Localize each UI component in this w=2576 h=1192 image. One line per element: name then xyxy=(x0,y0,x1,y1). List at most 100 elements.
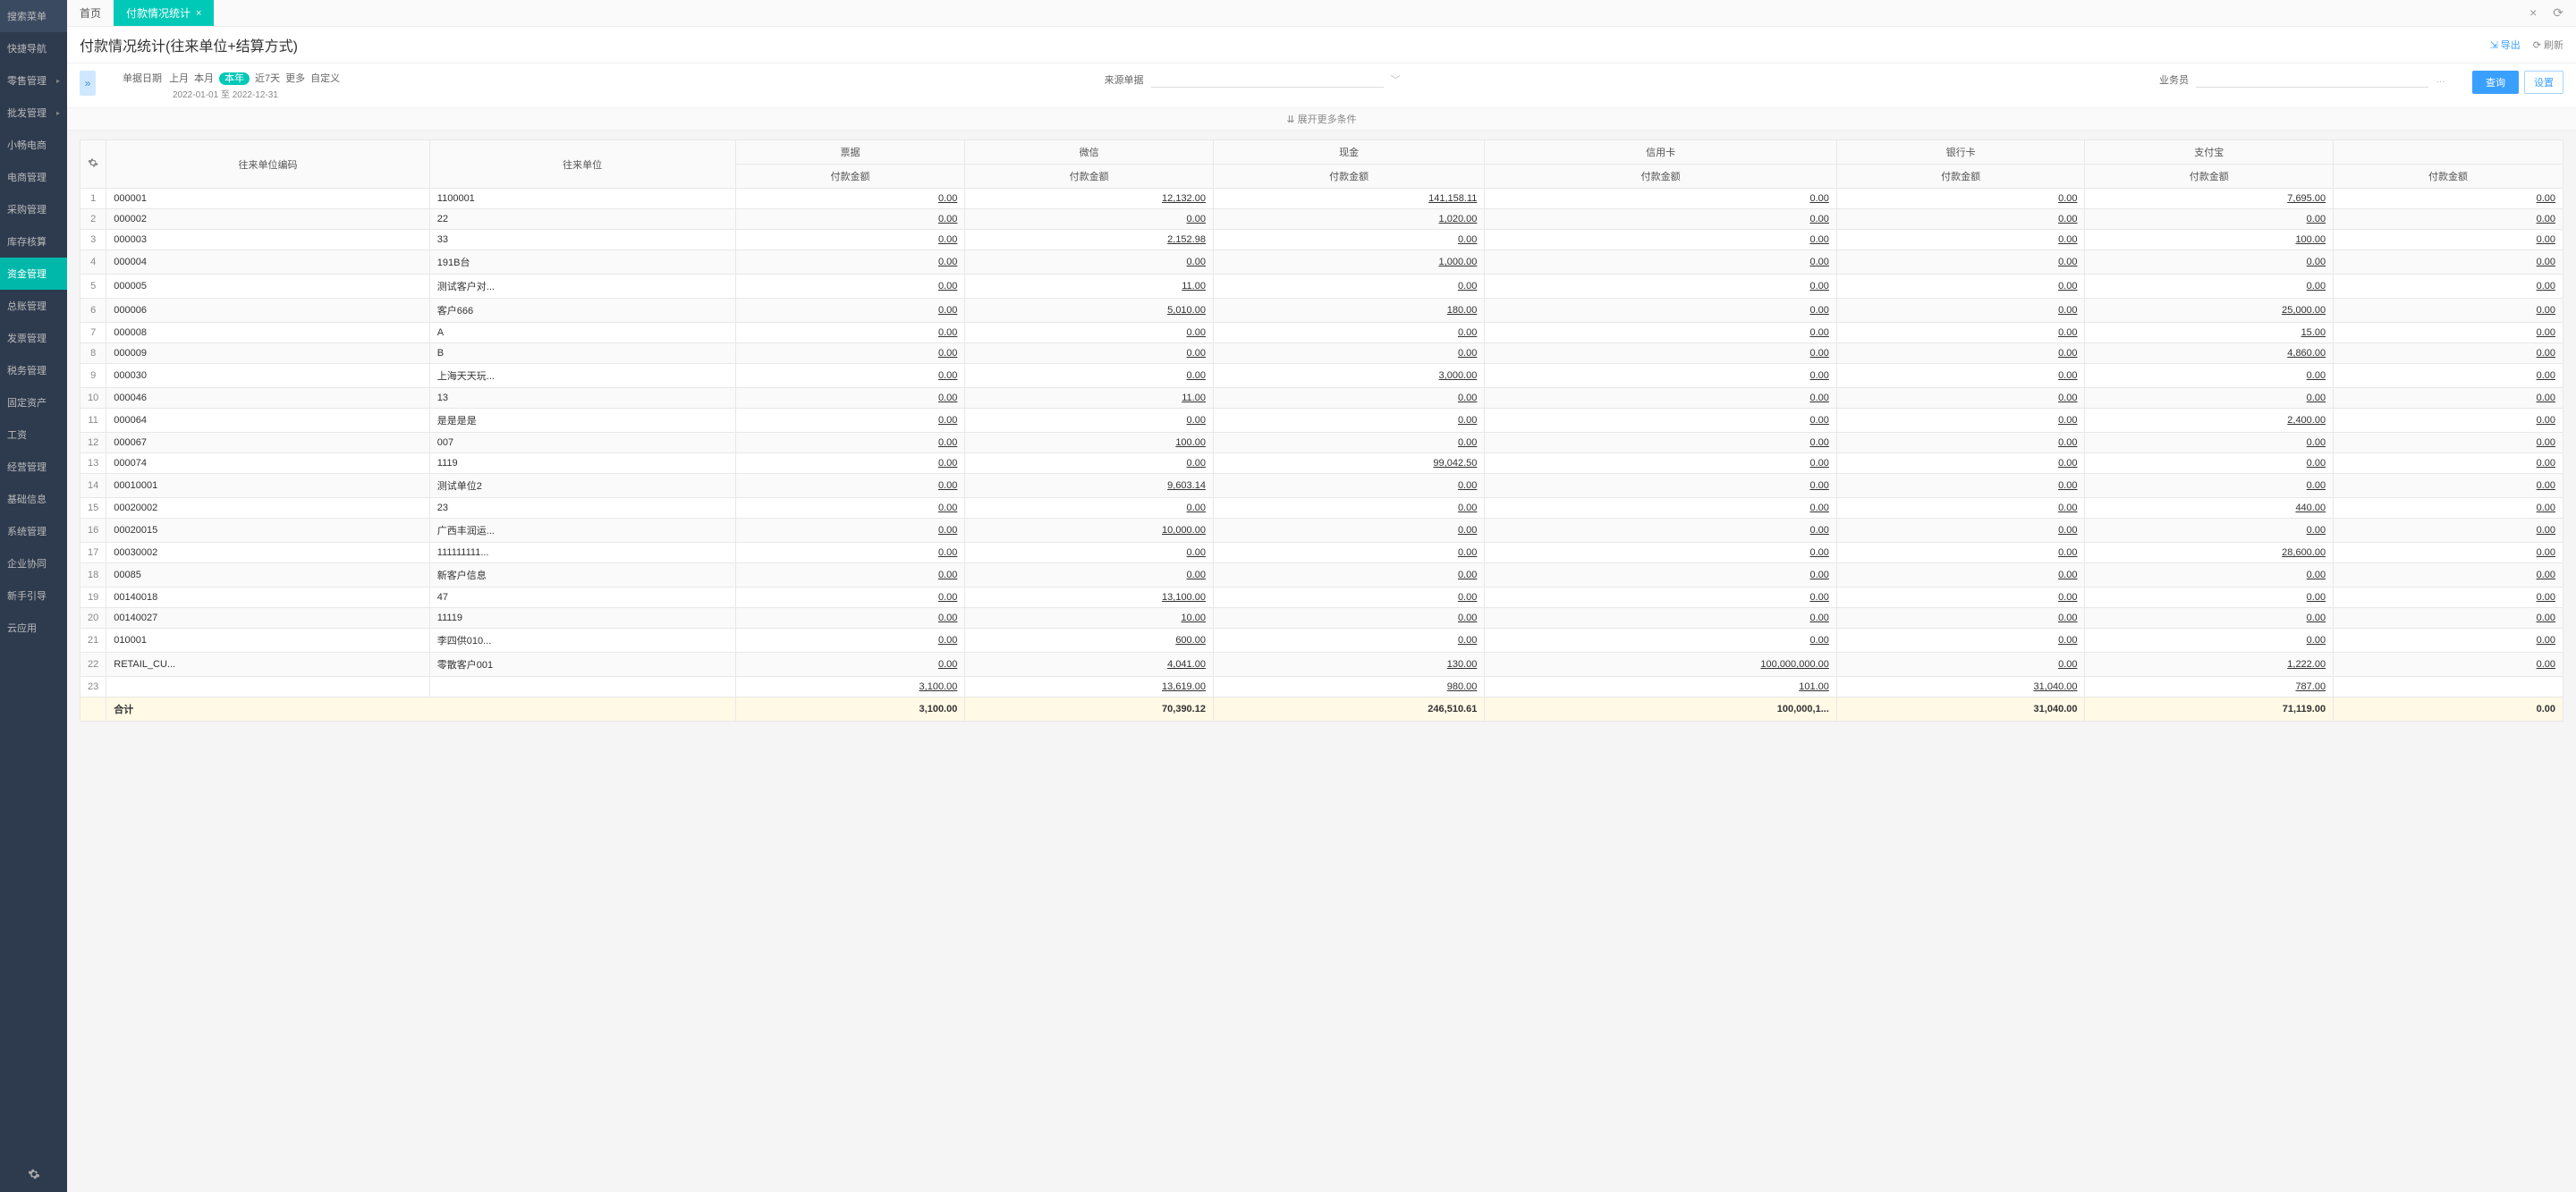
amount-link[interactable]: 0.00 xyxy=(2307,370,2326,381)
sidebar-item-14[interactable]: 经营管理 xyxy=(0,451,67,483)
amount-link[interactable]: 0.00 xyxy=(2537,370,2555,381)
amount-link[interactable]: 3,100.00 xyxy=(919,681,958,692)
amount-link[interactable]: 0.00 xyxy=(1458,570,1477,580)
amount-link[interactable]: 11.00 xyxy=(1182,281,1206,292)
amount-link[interactable]: 0.00 xyxy=(1809,257,1828,267)
amount-link[interactable]: 0.00 xyxy=(2058,525,2077,536)
amount-link[interactable]: 0.00 xyxy=(1458,480,1477,491)
amount-link[interactable]: 13,619.00 xyxy=(1162,681,1206,692)
export-button[interactable]: ⇲ 导出 xyxy=(2490,38,2521,52)
amount-link[interactable]: 0.00 xyxy=(2307,570,2326,580)
date-quick-4[interactable]: 更多 xyxy=(285,73,305,84)
amount-link[interactable]: 0.00 xyxy=(2058,214,2077,224)
amount-link[interactable]: 0.00 xyxy=(938,547,957,558)
amount-link[interactable]: 0.00 xyxy=(2537,547,2555,558)
amount-link[interactable]: 0.00 xyxy=(1458,547,1477,558)
amount-link[interactable]: 2,400.00 xyxy=(2287,415,2326,426)
amount-link[interactable]: 0.00 xyxy=(1809,214,1828,224)
sidebar-item-2[interactable]: 零售管理▸ xyxy=(0,64,67,97)
amount-link[interactable]: 0.00 xyxy=(1809,570,1828,580)
amount-link[interactable]: 0.00 xyxy=(2537,635,2555,646)
amount-link[interactable]: 10.00 xyxy=(1181,613,1206,623)
amount-link[interactable]: 0.00 xyxy=(2307,635,2326,646)
agent-input[interactable] xyxy=(2196,71,2428,88)
query-button[interactable]: 查询 xyxy=(2472,71,2519,94)
amount-link[interactable]: 0.00 xyxy=(1458,525,1477,536)
collapse-filter-button[interactable]: » xyxy=(80,71,96,96)
amount-link[interactable]: 130.00 xyxy=(1447,659,1478,670)
amount-link[interactable]: 0.00 xyxy=(2058,659,2077,670)
amount-link[interactable]: 0.00 xyxy=(2058,415,2077,426)
amount-link[interactable]: 0.00 xyxy=(2058,458,2077,469)
date-quick-5[interactable]: 自定义 xyxy=(310,73,340,84)
amount-link[interactable]: 0.00 xyxy=(2058,503,2077,513)
amount-link[interactable]: 11.00 xyxy=(1182,393,1206,403)
amount-link[interactable]: 0.00 xyxy=(2307,613,2326,623)
amount-link[interactable]: 0.00 xyxy=(2058,305,2077,316)
amount-link[interactable]: 180.00 xyxy=(1447,305,1478,316)
amount-link[interactable]: 0.00 xyxy=(1809,525,1828,536)
sidebar-item-11[interactable]: 税务管理 xyxy=(0,354,67,386)
table-row[interactable]: 233,100.0013,619.00980.00101.0031,040.00… xyxy=(80,677,2563,697)
amount-link[interactable]: 15.00 xyxy=(2301,327,2326,338)
table-row[interactable]: 11000064是是是是0.000.000.000.000.002,400.00… xyxy=(80,409,2563,433)
amount-link[interactable]: 0.00 xyxy=(1809,480,1828,491)
amount-link[interactable]: 0.00 xyxy=(1458,348,1477,359)
amount-link[interactable]: 13,100.00 xyxy=(1162,592,1206,603)
col-sub-header[interactable]: 付款金额 xyxy=(1836,165,2085,189)
sidebar-item-18[interactable]: 新手引导 xyxy=(0,579,67,612)
col-header[interactable]: 往来单位编码 xyxy=(106,140,430,189)
amount-link[interactable]: 0.00 xyxy=(2537,592,2555,603)
table-row[interactable]: 4000004191B台0.000.001,000.000.000.000.00… xyxy=(80,250,2563,275)
amount-link[interactable]: 0.00 xyxy=(1458,437,1477,448)
amount-link[interactable]: 3,000.00 xyxy=(1439,370,1478,381)
amount-link[interactable]: 980.00 xyxy=(1447,681,1478,692)
amount-link[interactable]: 0.00 xyxy=(938,327,957,338)
sidebar-item-19[interactable]: 云应用 xyxy=(0,612,67,644)
amount-link[interactable]: 0.00 xyxy=(938,659,957,670)
amount-link[interactable]: 0.00 xyxy=(2537,281,2555,292)
sidebar-item-0[interactable]: 搜索菜单 xyxy=(0,0,67,32)
amount-link[interactable]: 0.00 xyxy=(1187,570,1206,580)
sidebar-item-15[interactable]: 基础信息 xyxy=(0,483,67,515)
amount-link[interactable]: 0.00 xyxy=(2058,281,2077,292)
tab-close-all-icon[interactable]: × xyxy=(2524,4,2542,22)
amount-link[interactable]: 440.00 xyxy=(2295,503,2326,513)
sidebar-item-17[interactable]: 企业协同 xyxy=(0,547,67,579)
amount-link[interactable]: 0.00 xyxy=(2537,659,2555,670)
amount-link[interactable]: 0.00 xyxy=(2537,193,2555,204)
amount-link[interactable]: 0.00 xyxy=(2537,415,2555,426)
amount-link[interactable]: 600.00 xyxy=(1175,635,1206,646)
amount-link[interactable]: 0.00 xyxy=(2537,503,2555,513)
table-row[interactable]: 120000670070.00100.000.000.000.000.000.0… xyxy=(80,433,2563,453)
amount-link[interactable]: 99,042.50 xyxy=(1433,458,1477,469)
amount-link[interactable]: 0.00 xyxy=(1187,370,1206,381)
sidebar-item-4[interactable]: 小畅电商 xyxy=(0,129,67,161)
date-quick-1[interactable]: 本月 xyxy=(194,73,214,84)
amount-link[interactable]: 1,000.00 xyxy=(1439,257,1478,267)
amount-link[interactable]: 100.00 xyxy=(1175,437,1206,448)
amount-link[interactable]: 0.00 xyxy=(2307,592,2326,603)
sidebar-item-10[interactable]: 发票管理 xyxy=(0,322,67,354)
amount-link[interactable]: 12,132.00 xyxy=(1162,193,1206,204)
amount-link[interactable]: 5,010.00 xyxy=(1167,305,1206,316)
amount-link[interactable]: 0.00 xyxy=(1809,393,1828,403)
table-row[interactable]: 6000006客户6660.005,010.00180.000.000.0025… xyxy=(80,299,2563,323)
amount-link[interactable]: 0.00 xyxy=(2537,234,2555,245)
table-row[interactable]: 1600020015广西丰润运...0.0010,000.000.000.000… xyxy=(80,519,2563,543)
amount-link[interactable]: 0.00 xyxy=(2307,458,2326,469)
sidebar-item-5[interactable]: 电商管理 xyxy=(0,161,67,193)
amount-link[interactable]: 0.00 xyxy=(2537,393,2555,403)
gear-icon[interactable] xyxy=(88,157,98,168)
amount-link[interactable]: 0.00 xyxy=(2058,592,2077,603)
amount-link[interactable]: 0.00 xyxy=(938,503,957,513)
amount-link[interactable]: 0.00 xyxy=(938,480,957,491)
amount-link[interactable]: 28,600.00 xyxy=(2282,547,2326,558)
amount-link[interactable]: 0.00 xyxy=(938,415,957,426)
amount-link[interactable]: 0.00 xyxy=(1187,503,1206,513)
refresh-button[interactable]: ⟳ 刷新 xyxy=(2533,38,2563,52)
amount-link[interactable]: 0.00 xyxy=(938,257,957,267)
amount-link[interactable]: 0.00 xyxy=(2307,393,2326,403)
amount-link[interactable]: 0.00 xyxy=(938,570,957,580)
amount-link[interactable]: 1,222.00 xyxy=(2287,659,2326,670)
